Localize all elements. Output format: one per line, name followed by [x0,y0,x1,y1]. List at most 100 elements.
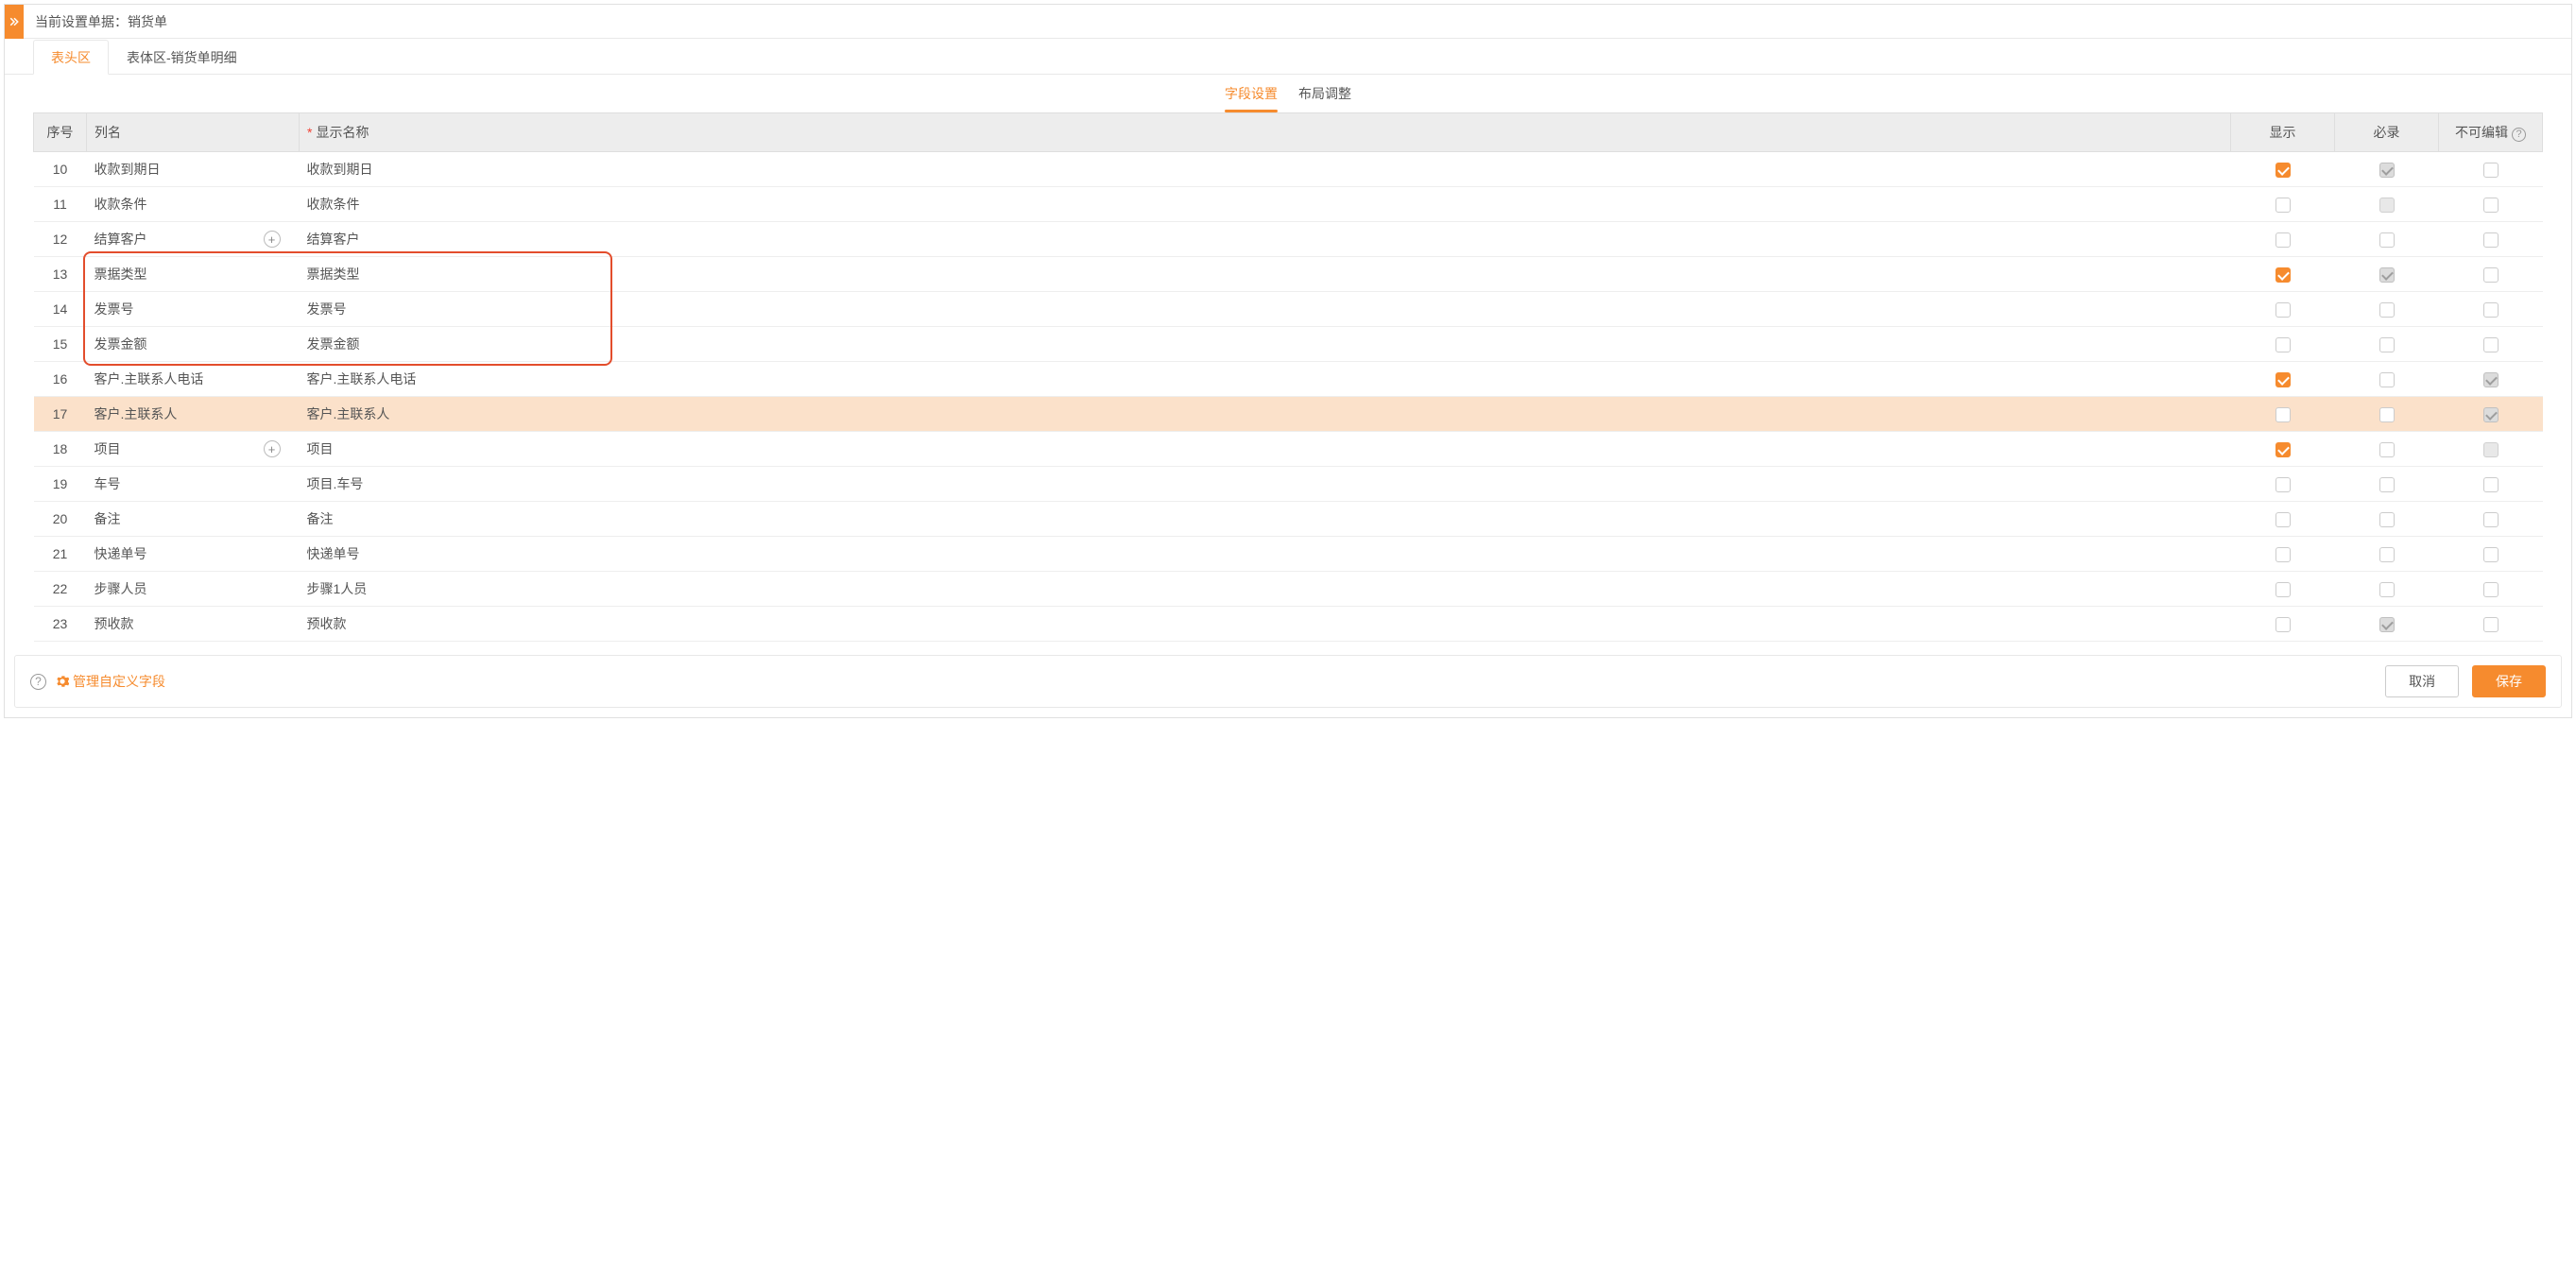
cell-display[interactable]: 客户.主联系人 [300,397,2231,432]
expand-handle[interactable] [5,5,24,39]
cell-seq: 12 [34,222,87,257]
cell-display[interactable]: 收款到期日 [300,152,2231,187]
required-checkbox[interactable] [2379,302,2395,318]
readonly-checkbox[interactable] [2483,617,2499,632]
cell-display[interactable]: 步骤1人员 [300,572,2231,607]
help-icon[interactable]: ? [30,674,46,690]
chevron-right-double-icon [9,16,20,27]
table-row[interactable]: 20备注备注 [34,502,2543,537]
table-row[interactable]: 16客户.主联系人电话客户.主联系人电话 [34,362,2543,397]
cell-display[interactable]: 票据类型 [300,257,2231,292]
th-readonly: 不可编辑? [2439,113,2543,152]
table-row[interactable]: 14发票号发票号 [34,292,2543,327]
save-button[interactable]: 保存 [2472,665,2546,697]
table-row[interactable]: 23预收款预收款 [34,607,2543,642]
show-checkbox[interactable] [2275,617,2291,632]
show-checkbox[interactable] [2275,337,2291,352]
gear-icon [56,675,69,688]
readonly-checkbox[interactable] [2483,337,2499,352]
show-checkbox[interactable] [2275,407,2291,422]
th-seq: 序号 [34,113,87,152]
readonly-checkbox [2483,407,2499,422]
cancel-button[interactable]: 取消 [2385,665,2459,697]
table-row[interactable]: 15发票金额发票金额 [34,327,2543,362]
required-checkbox[interactable] [2379,442,2395,457]
subsection-tab-0[interactable]: 字段设置 [1225,75,1278,112]
cell-display[interactable]: 备注 [300,502,2231,537]
manage-custom-fields-link[interactable]: 管理自定义字段 [56,672,165,691]
required-checkbox [2379,163,2395,178]
cell-display[interactable]: 发票号 [300,292,2231,327]
cell-seq: 20 [34,502,87,537]
table-row[interactable]: 18项目+项目 [34,432,2543,467]
section-tab-0[interactable]: 表头区 [33,40,109,75]
show-checkbox[interactable] [2275,442,2291,457]
required-checkbox[interactable] [2379,547,2395,562]
subsection-tab-1[interactable]: 布局调整 [1298,75,1351,112]
cell-seq: 11 [34,187,87,222]
th-required: 必录 [2335,113,2439,152]
add-subfield-button[interactable]: + [264,440,281,457]
readonly-checkbox[interactable] [2483,582,2499,597]
readonly-checkbox[interactable] [2483,198,2499,213]
show-checkbox[interactable] [2275,372,2291,387]
cell-name: 收款条件 [87,187,300,222]
readonly-checkbox[interactable] [2483,302,2499,318]
show-checkbox[interactable] [2275,547,2291,562]
show-checkbox[interactable] [2275,512,2291,527]
subsection-tabs: 字段设置布局调整 [5,75,2571,112]
show-checkbox[interactable] [2275,302,2291,318]
readonly-checkbox[interactable] [2483,267,2499,283]
topbar-title: 当前设置单据：销货单 [24,12,167,31]
cell-name: 结算客户+ [87,222,300,257]
required-checkbox[interactable] [2379,407,2395,422]
section-tab-1[interactable]: 表体区-销货单明细 [109,40,255,75]
table-row[interactable]: 17客户.主联系人客户.主联系人 [34,397,2543,432]
cell-name: 备注 [87,502,300,537]
show-checkbox[interactable] [2275,232,2291,248]
cell-display[interactable]: 项目.车号 [300,467,2231,502]
required-checkbox[interactable] [2379,372,2395,387]
show-checkbox[interactable] [2275,198,2291,213]
readonly-checkbox[interactable] [2483,232,2499,248]
required-checkbox [2379,267,2395,283]
cell-seq: 22 [34,572,87,607]
readonly-checkbox[interactable] [2483,163,2499,178]
cell-display[interactable]: 发票金额 [300,327,2231,362]
cell-name: 车号 [87,467,300,502]
cell-display[interactable]: 结算客户 [300,222,2231,257]
table-row[interactable]: 13票据类型票据类型 [34,257,2543,292]
readonly-checkbox[interactable] [2483,477,2499,492]
cell-name: 发票号 [87,292,300,327]
show-checkbox[interactable] [2275,477,2291,492]
cell-display[interactable]: 收款条件 [300,187,2231,222]
required-checkbox[interactable] [2379,512,2395,527]
cell-name: 客户.主联系人电话 [87,362,300,397]
add-subfield-button[interactable]: + [264,231,281,248]
show-checkbox[interactable] [2275,163,2291,178]
table-row[interactable]: 10收款到期日收款到期日 [34,152,2543,187]
required-star-icon: * [307,125,312,140]
table-row[interactable]: 11收款条件收款条件 [34,187,2543,222]
required-checkbox[interactable] [2379,232,2395,248]
required-checkbox [2379,198,2395,213]
table-row[interactable]: 19车号项目.车号 [34,467,2543,502]
table-row[interactable]: 22步骤人员步骤1人员 [34,572,2543,607]
cell-name: 步骤人员 [87,572,300,607]
readonly-checkbox[interactable] [2483,547,2499,562]
required-checkbox[interactable] [2379,337,2395,352]
readonly-checkbox[interactable] [2483,512,2499,527]
show-checkbox[interactable] [2275,267,2291,283]
cell-display[interactable]: 客户.主联系人电话 [300,362,2231,397]
table-row[interactable]: 21快递单号快递单号 [34,537,2543,572]
cell-seq: 16 [34,362,87,397]
required-checkbox[interactable] [2379,582,2395,597]
cell-display[interactable]: 快递单号 [300,537,2231,572]
cell-display[interactable]: 预收款 [300,607,2231,642]
show-checkbox[interactable] [2275,582,2291,597]
required-checkbox [2379,617,2395,632]
required-checkbox[interactable] [2379,477,2395,492]
cell-display[interactable]: 项目 [300,432,2231,467]
help-icon[interactable]: ? [2512,128,2526,142]
table-row[interactable]: 12结算客户+结算客户 [34,222,2543,257]
